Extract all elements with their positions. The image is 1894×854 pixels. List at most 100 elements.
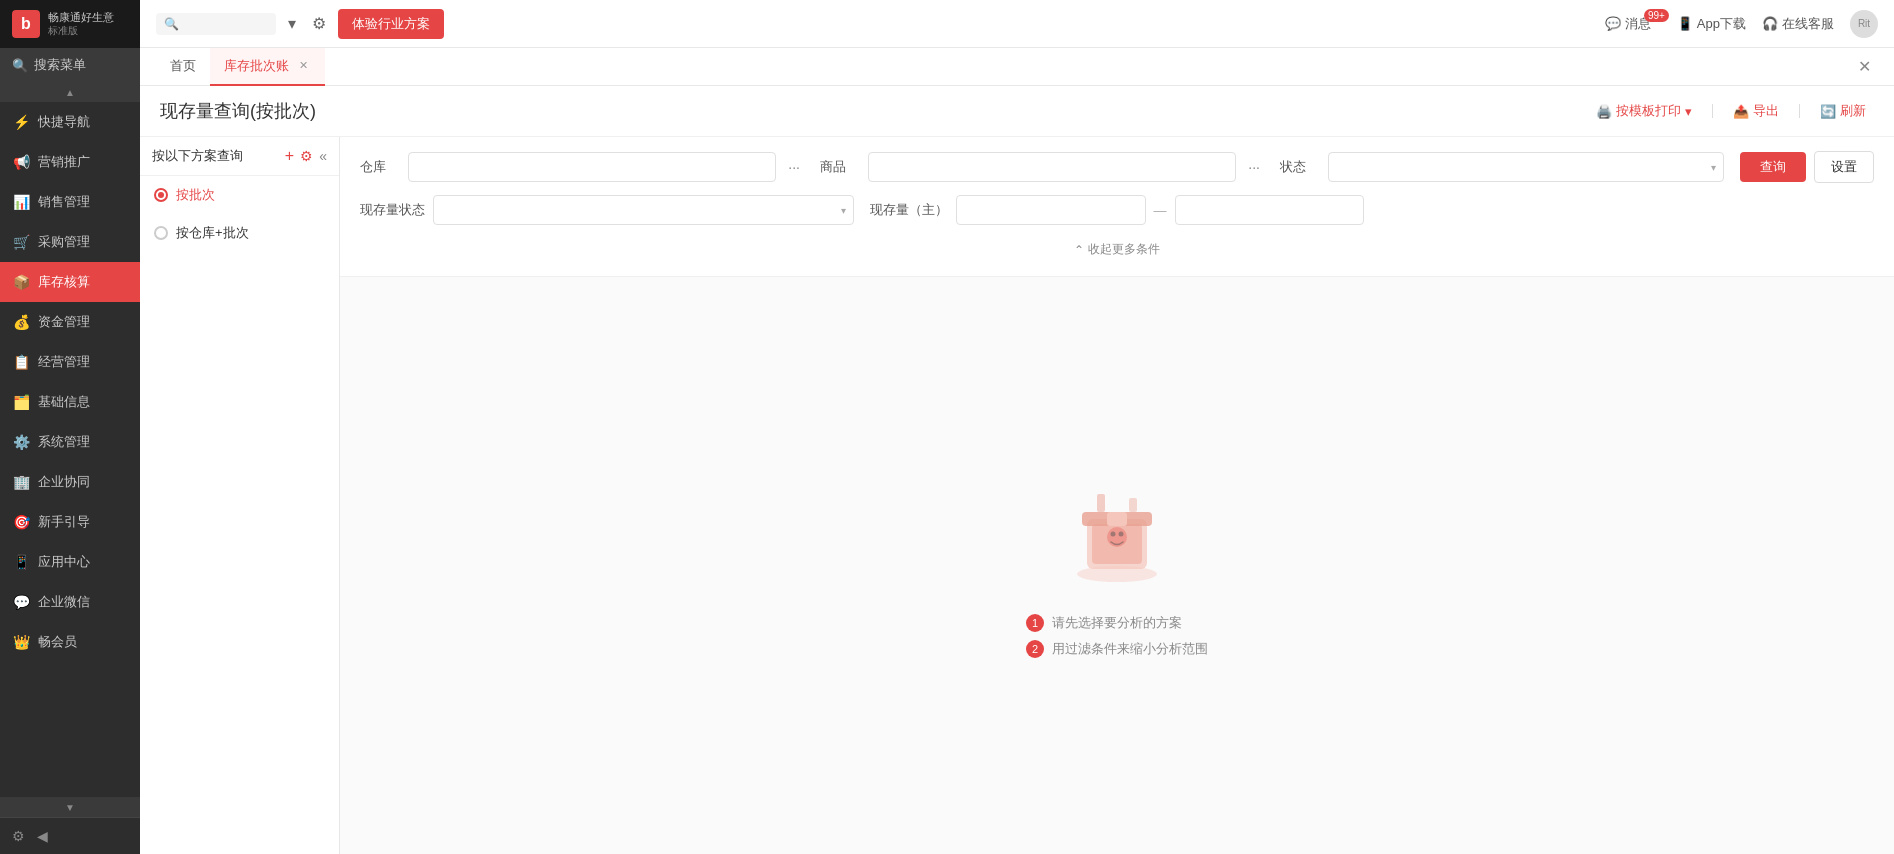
lp-radio-by-batch (154, 188, 168, 202)
topbar-search-icon: 🔍 (164, 17, 179, 31)
topbar-left: 🔍 ▾ ⚙ 体验行业方案 (156, 9, 1597, 39)
sidebar-item-label: 应用中心 (38, 553, 90, 571)
search-icon: 🔍 (12, 58, 28, 73)
sidebar: b 畅康通好生意 标准版 🔍 搜索菜单 ▲ ⚡ 快捷导航 📢 营销推广 📊 销售… (0, 0, 140, 854)
filter-status-field: 状态 ▾ (1280, 152, 1724, 182)
refresh-btn[interactable]: 🔄 刷新 (1812, 98, 1874, 124)
app-center-icon: 📱 (12, 553, 30, 571)
filter-warehouse-label: 仓库 (360, 158, 400, 176)
trial-btn[interactable]: 体验行业方案 (338, 9, 444, 39)
lp-add-btn[interactable]: + (285, 147, 294, 165)
sidebar-item-operations[interactable]: 📋 经营管理 (0, 342, 140, 382)
sidebar-item-label: 畅会员 (38, 633, 77, 651)
topbar-gear-btn[interactable]: ⚙ (308, 10, 330, 37)
filter-inv-status-select[interactable] (433, 195, 854, 225)
sidebar-item-sales[interactable]: 📊 销售管理 (0, 182, 140, 222)
page-header: 现存量查询(按批次) 🖨️ 按模板打印 ▾ 📤 导出 🔄 刷新 (140, 86, 1894, 137)
collapse-more-btn[interactable]: ⌃ 收起更多条件 (360, 237, 1874, 262)
tab-home[interactable]: 首页 (156, 48, 210, 86)
filter-warehouse-more-btn[interactable]: ··· (784, 157, 804, 177)
filter-inv-status-select-wrapper: ▾ (433, 195, 854, 225)
filter-product-label: 商品 (820, 158, 860, 176)
sidebar-settings-btn[interactable]: ⚙ (12, 828, 25, 844)
lp-radio-by-warehouse-batch (154, 226, 168, 240)
topbar-search-input[interactable] (183, 17, 263, 31)
lp-item-by-batch[interactable]: 按批次 (140, 176, 339, 214)
svg-rect-4 (1107, 512, 1127, 526)
app-logo-icon: b (12, 10, 40, 38)
company-name: 畅康通好生意 (48, 10, 114, 24)
topbar-search-area[interactable]: 🔍 (156, 13, 276, 35)
headset-icon: 🎧 (1762, 16, 1778, 31)
sidebar-item-member[interactable]: 👑 畅会员 (0, 622, 140, 662)
sidebar-nav: ⚡ 快捷导航 📢 营销推广 📊 销售管理 🛒 采购管理 📦 库存核算 💰 资金管… (0, 102, 140, 797)
purchase-icon: 🛒 (12, 233, 30, 251)
lp-collapse-btn[interactable]: « (319, 148, 327, 164)
filter-product-more-btn[interactable]: ··· (1244, 157, 1264, 177)
settings-btn[interactable]: 设置 (1814, 151, 1874, 183)
messages-btn[interactable]: 💬 消息 99+ (1605, 15, 1661, 33)
sidebar-item-label: 快捷导航 (38, 113, 90, 131)
wechat-icon: 💬 (12, 593, 30, 611)
sidebar-item-system[interactable]: ⚙️ 系统管理 (0, 422, 140, 462)
message-icon: 💬 (1605, 16, 1621, 31)
phone-icon: 📱 (1677, 16, 1693, 31)
sidebar-scroll-up[interactable]: ▲ (0, 82, 140, 102)
sidebar-scroll-down[interactable]: ▼ (0, 797, 140, 817)
sidebar-item-wechat[interactable]: 💬 企业微信 (0, 582, 140, 622)
sidebar-item-label: 采购管理 (38, 233, 90, 251)
online-service-btn[interactable]: 🎧 在线客服 (1762, 15, 1834, 33)
sidebar-item-finance[interactable]: 💰 资金管理 (0, 302, 140, 342)
sidebar-collapse-btn[interactable]: ◀ (37, 828, 48, 844)
sidebar-search[interactable]: 🔍 搜索菜单 (0, 48, 140, 82)
refresh-icon: 🔄 (1820, 104, 1836, 119)
app-download-btn[interactable]: 📱 App下载 (1677, 15, 1746, 33)
tab-close-btn[interactable]: ✕ (295, 58, 311, 74)
basic-info-icon: 🗂️ (12, 393, 30, 411)
filter-product-input[interactable] (868, 152, 1236, 182)
sidebar-item-label: 企业协同 (38, 473, 90, 491)
user-name: Rit (1858, 18, 1870, 29)
tip-2-num: 2 (1026, 640, 1044, 658)
sidebar-item-enterprise[interactable]: 🏢 企业协同 (0, 462, 140, 502)
filter-warehouse-input[interactable] (408, 152, 776, 182)
sidebar-item-app-center[interactable]: 📱 应用中心 (0, 542, 140, 582)
export-icon: 📤 (1733, 104, 1749, 119)
sidebar-item-label: 营销推广 (38, 153, 90, 171)
print-icon: 🖨️ (1596, 104, 1612, 119)
close-all-icon: ✕ (1858, 57, 1871, 76)
user-avatar[interactable]: Rit (1850, 10, 1878, 38)
empty-illustration (1057, 474, 1177, 594)
messages-badge: 99+ (1644, 9, 1669, 22)
operations-icon: 📋 (12, 353, 30, 371)
lp-settings-btn[interactable]: ⚙ (300, 148, 313, 164)
export-btn[interactable]: 📤 导出 (1725, 98, 1787, 124)
filter-status-select-wrapper: ▾ (1328, 152, 1724, 182)
collapse-label: 收起更多条件 (1088, 241, 1160, 258)
body-layout: 按以下方案查询 + ⚙ « 按批次 按仓库+批次 (140, 137, 1894, 854)
sidebar-logo: b 畅康通好生意 标准版 (0, 0, 140, 48)
sidebar-item-quick-nav[interactable]: ⚡ 快捷导航 (0, 102, 140, 142)
sidebar-item-label: 系统管理 (38, 433, 90, 451)
empty-tip-2: 2 用过滤条件来缩小分析范围 (1026, 640, 1208, 658)
topbar-dropdown-btn[interactable]: ▾ (284, 10, 300, 37)
tab-inventory-batch[interactable]: 库存批次账 ✕ (210, 48, 325, 86)
filter-inv-qty-min[interactable] (956, 195, 1146, 225)
sidebar-item-inventory[interactable]: 📦 库存核算 (0, 262, 140, 302)
svg-point-6 (1111, 531, 1116, 536)
member-icon: 👑 (12, 633, 30, 651)
print-template-btn[interactable]: 🖨️ 按模板打印 ▾ (1588, 98, 1700, 124)
lp-item-by-warehouse-batch[interactable]: 按仓库+批次 (140, 214, 339, 252)
query-btn[interactable]: 查询 (1740, 152, 1806, 182)
sidebar-item-newbie[interactable]: 🎯 新手引导 (0, 502, 140, 542)
sidebar-item-purchase[interactable]: 🛒 采购管理 (0, 222, 140, 262)
sidebar-item-label: 基础信息 (38, 393, 90, 411)
export-label: 导出 (1753, 102, 1779, 120)
tabs-close-all-btn[interactable]: ✕ (1850, 53, 1878, 81)
sidebar-item-marketing[interactable]: 📢 营销推广 (0, 142, 140, 182)
left-panel-header: 按以下方案查询 + ⚙ « (140, 137, 339, 176)
page-title: 现存量查询(按批次) (160, 99, 316, 123)
filter-status-select[interactable] (1328, 152, 1724, 182)
sidebar-item-basic-info[interactable]: 🗂️ 基础信息 (0, 382, 140, 422)
filter-inv-qty-max[interactable] (1175, 195, 1365, 225)
